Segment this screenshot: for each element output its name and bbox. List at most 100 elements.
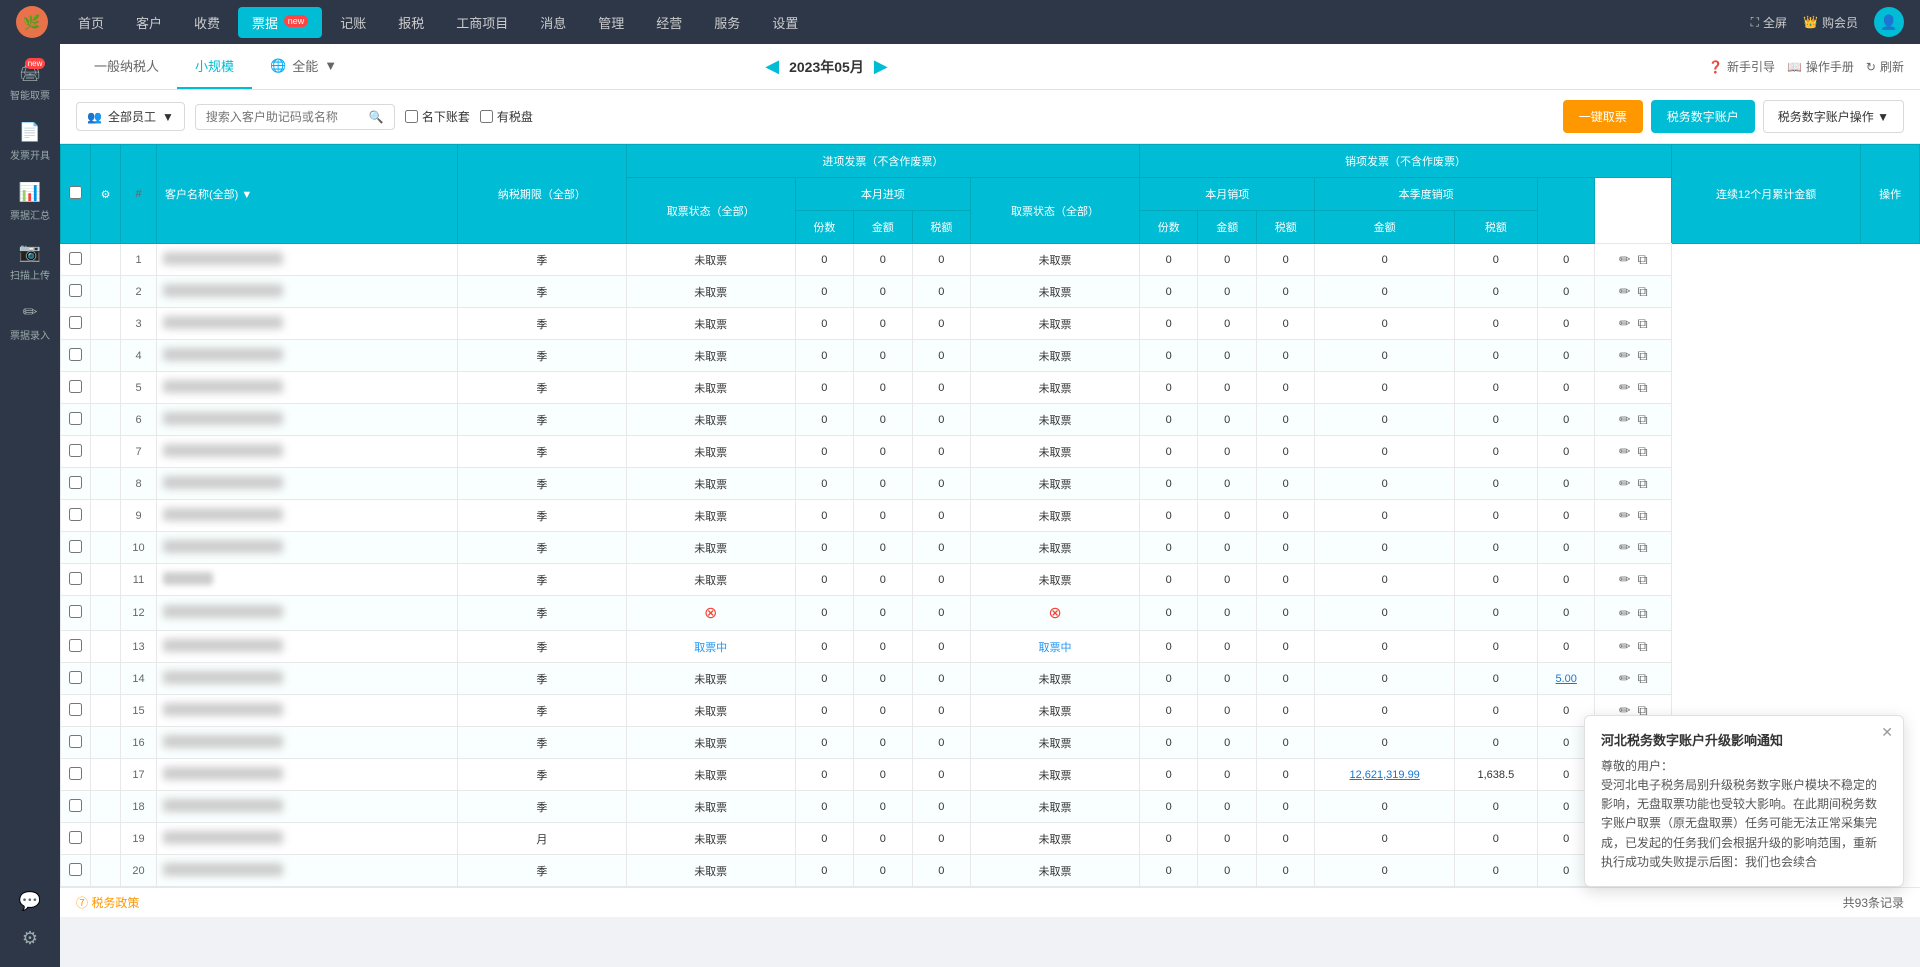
- row-checkbox[interactable]: [69, 703, 82, 716]
- row-in-count: 0: [795, 532, 854, 564]
- tax-policy-link[interactable]: ⑦ 税务政策: [76, 894, 139, 911]
- edit-btn[interactable]: ✏: [1619, 507, 1631, 523]
- copy-btn[interactable]: ⧉: [1638, 443, 1648, 459]
- edit-btn[interactable]: ✏: [1619, 571, 1631, 587]
- status-label: 未取票: [1039, 738, 1072, 750]
- row-checkbox[interactable]: [69, 735, 82, 748]
- copy-btn[interactable]: ⧉: [1638, 283, 1648, 299]
- sidebar-item-entry[interactable]: ✏ 票据录入: [2, 294, 58, 350]
- nav-customer[interactable]: 客户: [122, 7, 176, 38]
- copy-btn[interactable]: ⧉: [1638, 379, 1648, 395]
- row-checkbox[interactable]: [69, 380, 82, 393]
- edit-btn[interactable]: ✏: [1619, 347, 1631, 363]
- edit-btn[interactable]: ✏: [1619, 539, 1631, 555]
- copy-btn[interactable]: ⧉: [1638, 539, 1648, 555]
- row-checkbox[interactable]: [69, 508, 82, 521]
- ledger-checkbox[interactable]: 名下账套: [405, 108, 470, 125]
- edit-btn[interactable]: ✏: [1619, 283, 1631, 299]
- amount-link[interactable]: 5.00: [1555, 673, 1576, 685]
- edit-btn[interactable]: ✏: [1619, 411, 1631, 427]
- tax-account-ops-btn[interactable]: 税务数字账户操作 ▼: [1763, 100, 1904, 133]
- sidebar-settings[interactable]: ⚙: [2, 920, 58, 957]
- edit-btn[interactable]: ✏: [1619, 475, 1631, 491]
- copy-btn[interactable]: ⧉: [1638, 315, 1648, 331]
- member-btn[interactable]: 👑 购会员: [1803, 14, 1858, 31]
- manual-btn[interactable]: 📖 操作手册: [1787, 58, 1854, 75]
- copy-btn[interactable]: ⧉: [1638, 571, 1648, 587]
- edit-btn[interactable]: ✏: [1619, 315, 1631, 331]
- search-box[interactable]: 🔍: [195, 104, 395, 130]
- row-checkbox[interactable]: [69, 639, 82, 652]
- row-out-status: 未取票: [971, 468, 1140, 500]
- row-out-count: 0: [1139, 727, 1198, 759]
- row-checkbox[interactable]: [69, 671, 82, 684]
- row-checkbox[interactable]: [69, 444, 82, 457]
- select-all-checkbox[interactable]: [69, 186, 82, 199]
- fullscreen-btn[interactable]: ⛶ 全屏: [1751, 14, 1787, 31]
- sidebar-item-open-invoice[interactable]: 📄 发票开具: [2, 114, 58, 170]
- sidebar-item-summary[interactable]: 📊 票据汇总: [2, 174, 58, 230]
- edit-btn[interactable]: ✏: [1619, 670, 1631, 686]
- tax-disk-checkbox[interactable]: 有税盘: [480, 108, 533, 125]
- employee-select[interactable]: 👥 全部员工 ▼: [76, 102, 185, 131]
- row-checkbox[interactable]: [69, 476, 82, 489]
- tab-small-scale[interactable]: 小规模: [177, 44, 252, 89]
- notification-title: 河北税务数字账户升级影响通知: [1601, 730, 1887, 749]
- row-checkbox[interactable]: [69, 348, 82, 361]
- copy-btn[interactable]: ⧉: [1638, 411, 1648, 427]
- tab-general-taxpayer[interactable]: 一般纳税人: [76, 44, 177, 89]
- sidebar-chat[interactable]: 💬: [2, 883, 58, 920]
- row-checkbox[interactable]: [69, 572, 82, 585]
- row-out-amount: 0: [1198, 596, 1257, 631]
- edit-btn[interactable]: ✏: [1619, 605, 1631, 621]
- row-checkbox[interactable]: [69, 316, 82, 329]
- search-input[interactable]: [206, 110, 363, 124]
- row-checkbox[interactable]: [69, 540, 82, 553]
- copy-btn[interactable]: ⧉: [1638, 251, 1648, 267]
- edit-btn[interactable]: ✏: [1619, 251, 1631, 267]
- nav-home[interactable]: 首页: [64, 7, 118, 38]
- prev-month-btn[interactable]: ◀: [765, 56, 779, 77]
- notification-close-btn[interactable]: ✕: [1881, 724, 1893, 741]
- row-checkbox[interactable]: [69, 284, 82, 297]
- nav-message[interactable]: 消息: [526, 7, 580, 38]
- next-month-btn[interactable]: ▶: [874, 56, 888, 77]
- refund-amount-link[interactable]: 12,621,319.99: [1349, 769, 1419, 781]
- copy-btn[interactable]: ⧉: [1638, 638, 1648, 654]
- one-click-invoice-btn[interactable]: 一键取票: [1563, 100, 1643, 133]
- copy-btn[interactable]: ⧉: [1638, 670, 1648, 686]
- row-checkbox[interactable]: [69, 799, 82, 812]
- edit-btn[interactable]: ✏: [1619, 379, 1631, 395]
- nav-invoice[interactable]: 票据 new: [238, 7, 322, 38]
- row-checkbox[interactable]: [69, 831, 82, 844]
- tax-disk-checkbox-input[interactable]: [480, 110, 493, 123]
- sidebar-item-smart-invoice[interactable]: 🖨 new 智能取票: [2, 54, 58, 110]
- row-checkbox[interactable]: [69, 412, 82, 425]
- nav-settings[interactable]: 设置: [758, 7, 812, 38]
- copy-btn[interactable]: ⧉: [1638, 605, 1648, 621]
- nav-bookkeeping[interactable]: 记账: [326, 7, 380, 38]
- user-avatar[interactable]: 👤: [1874, 7, 1904, 37]
- nav-business[interactable]: 工商项目: [442, 7, 522, 38]
- row-checkbox[interactable]: [69, 605, 82, 618]
- refresh-btn[interactable]: ↻ 刷新: [1866, 58, 1904, 75]
- nav-service[interactable]: 服务: [700, 7, 754, 38]
- copy-btn[interactable]: ⧉: [1638, 475, 1648, 491]
- new-guide-btn[interactable]: ❓ 新手引导: [1708, 58, 1775, 75]
- row-checkbox[interactable]: [69, 767, 82, 780]
- ledger-checkbox-input[interactable]: [405, 110, 418, 123]
- copy-btn[interactable]: ⧉: [1638, 507, 1648, 523]
- nav-fee[interactable]: 收费: [180, 7, 234, 38]
- copy-btn[interactable]: ⧉: [1638, 347, 1648, 363]
- row-out-tax: 0: [1256, 663, 1315, 695]
- edit-btn[interactable]: ✏: [1619, 638, 1631, 654]
- tab-all[interactable]: 🌐全能 ▼: [252, 44, 355, 89]
- edit-btn[interactable]: ✏: [1619, 443, 1631, 459]
- row-checkbox[interactable]: [69, 252, 82, 265]
- nav-tax[interactable]: 报税: [384, 7, 438, 38]
- row-checkbox[interactable]: [69, 863, 82, 876]
- tax-account-btn[interactable]: 税务数字账户: [1651, 100, 1755, 133]
- nav-manage[interactable]: 管理: [584, 7, 638, 38]
- sidebar-item-scan[interactable]: 📷 扫描上传: [2, 234, 58, 290]
- nav-operation[interactable]: 经营: [642, 7, 696, 38]
